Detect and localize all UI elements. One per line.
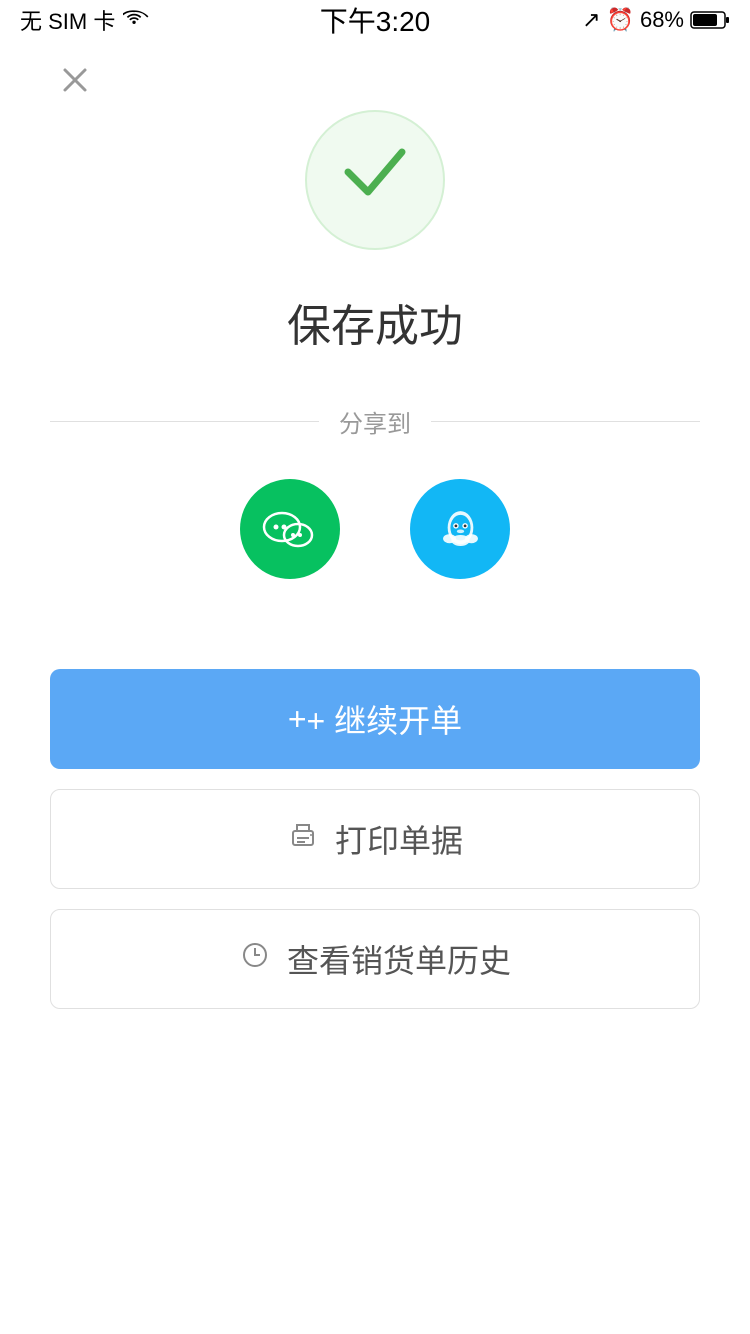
divider-left [50,421,319,422]
checkmark-icon [340,142,410,213]
qq-share-button[interactable] [410,479,510,579]
print-icon [287,819,319,859]
success-circle [305,110,445,250]
status-bar: 无 SIM 卡 下午3:20 ↗ ⏰ 68% [0,0,750,40]
no-sim-text: 无 SIM 卡 [20,4,115,36]
history-label: 查看销货单历史 [287,936,511,982]
share-label: 分享到 [339,404,411,439]
status-time: 下午3:20 [320,0,431,40]
status-right: ↗ ⏰ 68% [582,7,730,33]
wechat-share-button[interactable] [240,479,340,579]
status-left: 无 SIM 卡 [20,4,149,36]
wifi-icon [123,7,149,33]
plus-icon: + [288,701,307,738]
share-section: 分享到 [0,404,750,599]
alarm-icon: ⏰ [607,7,634,33]
location-icon: ↗ [582,7,600,33]
buttons-section: + + 继续开单 打印单据 查看销货单 [0,639,750,1029]
divider-right [431,421,700,422]
close-button[interactable] [50,55,100,105]
battery-percent: 68% [640,7,684,33]
print-button[interactable]: 打印单据 [50,789,700,889]
continue-order-button[interactable]: + + 继续开单 [50,669,700,769]
share-icons [50,479,700,579]
continue-order-label: + 继续开单 [307,696,463,742]
print-label: 打印单据 [335,816,463,862]
battery-icon [690,10,730,30]
history-button[interactable]: 查看销货单历史 [50,909,700,1009]
history-icon [239,939,271,979]
main-content: 保存成功 分享到 [0,40,750,1029]
divider-row: 分享到 [50,404,700,439]
success-title: 保存成功 [287,290,463,354]
